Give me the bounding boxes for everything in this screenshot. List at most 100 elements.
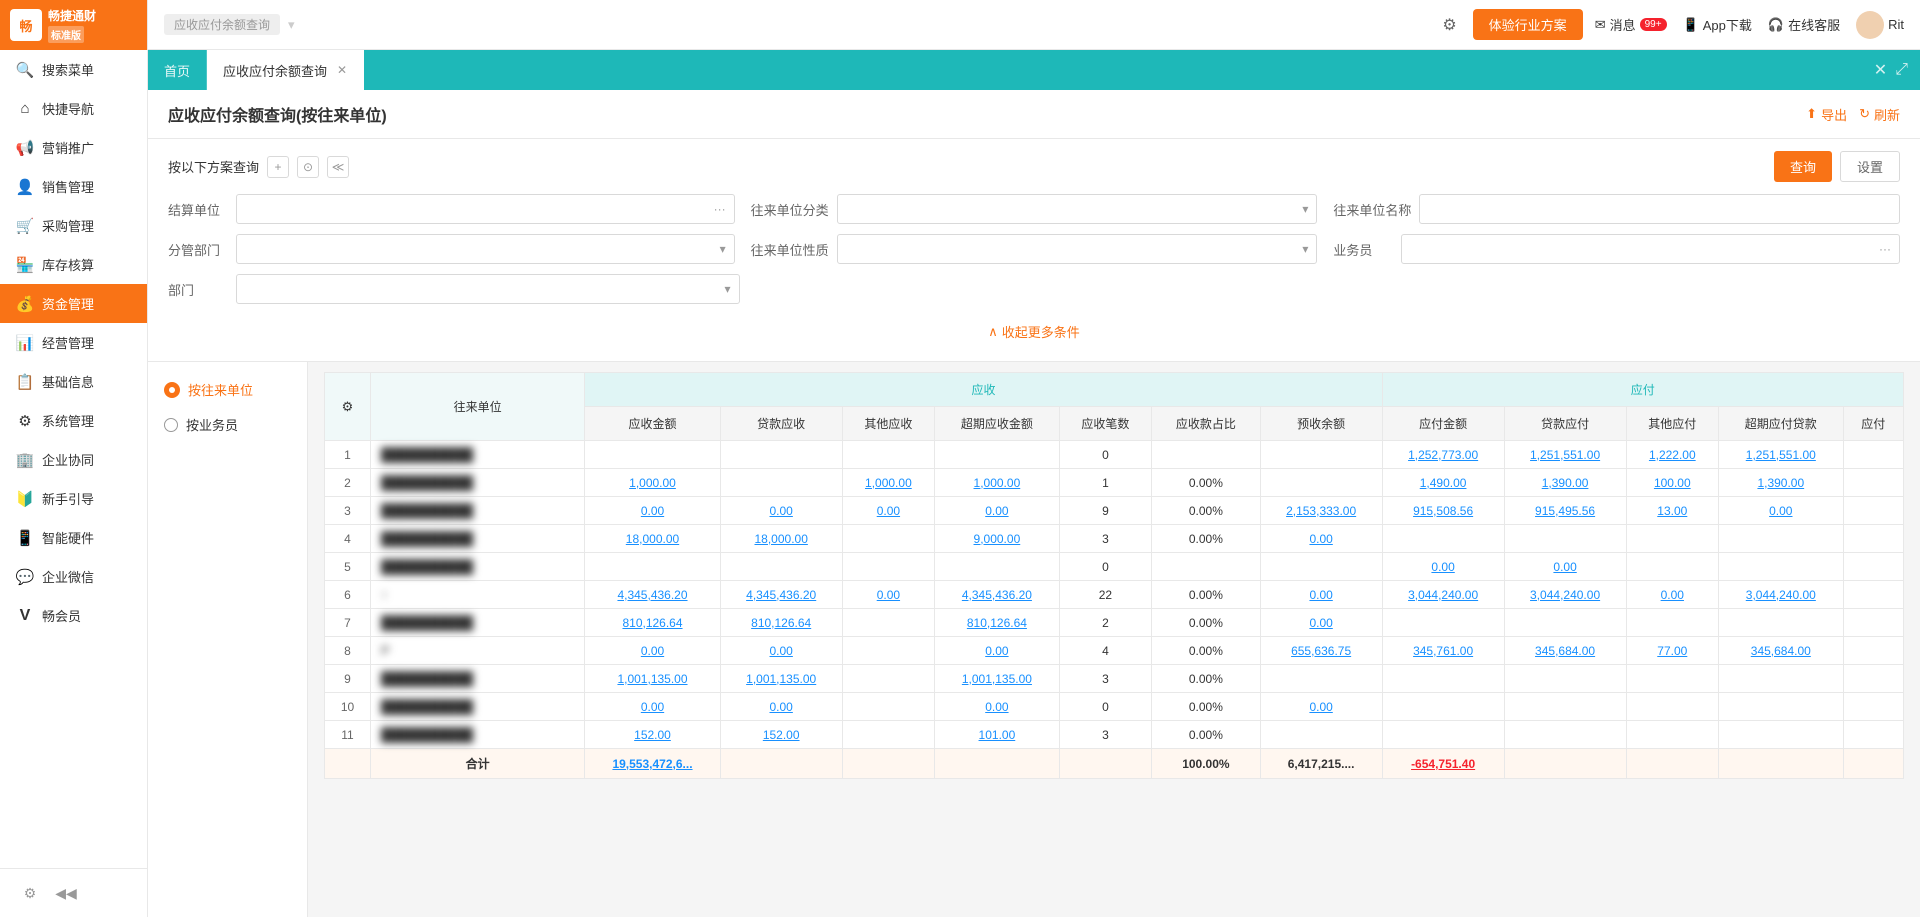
user-area[interactable]: Rit [1856, 11, 1904, 39]
tab-query[interactable]: 应收应付余额查询 ✕ [207, 50, 364, 90]
summary-overdue-recv [935, 749, 1060, 779]
filter-collapse-more[interactable]: ∧ 收起更多条件 [168, 314, 1900, 349]
sidebar-item-label: 畅会员 [42, 606, 81, 625]
sidebar-collapse-button[interactable]: ◀◀ [52, 879, 80, 907]
filter-partner-category: 往来单位分类 ▾ [751, 194, 1318, 224]
salesperson-input[interactable]: ··· [1401, 234, 1900, 264]
table-row: 1██████████01,252,773.001,251,551.001,22… [325, 441, 1904, 469]
sidebar-item-sales[interactable]: 👤 销售管理 [0, 167, 147, 206]
sidebar-item-system[interactable]: ⚙ 系统管理 [0, 401, 147, 440]
header-gear-icon[interactable]: ⚙ [1438, 11, 1460, 39]
sidebar-item-label: 采购管理 [42, 216, 94, 235]
partner-nature-input[interactable]: ▾ [837, 234, 1318, 264]
salesperson-label: 业务员 [1333, 240, 1393, 259]
partner-cell: ██████████ [371, 497, 585, 525]
sidebar-item-purchase[interactable]: 🛒 采购管理 [0, 206, 147, 245]
tab-right-actions: ✕ ⤢ [1874, 50, 1920, 90]
filter-salesperson: 业务员 ··· [1333, 234, 1900, 264]
row-number: 1 [325, 441, 371, 469]
sidebar-item-hardware[interactable]: 📱 智能硬件 [0, 518, 147, 557]
salesperson-dots[interactable]: ··· [1879, 242, 1891, 256]
sidebar-item-wechat[interactable]: 💬 企业微信 [0, 557, 147, 596]
empty-circle-icon [164, 418, 178, 432]
dept-label: 部门 [168, 280, 228, 299]
partner-cell: P [371, 637, 585, 665]
sidebar-item-label: 企业微信 [42, 567, 94, 586]
table-row: 11██████████152.00152.00101.0030.00% [325, 721, 1904, 749]
trial-button[interactable]: 体验行业方案 [1473, 9, 1583, 40]
filter-row-1: 结算单位 ··· 往来单位分类 ▾ 往来单位名称 [168, 194, 1900, 224]
message-label: 消息 [1610, 15, 1636, 34]
sidebar-item-enterprise[interactable]: 🏢 企业协同 [0, 440, 147, 479]
bottom-gear-button[interactable]: ⚙ [16, 879, 44, 907]
settlement-unit-input[interactable]: ··· [236, 194, 735, 224]
sidebar-item-inventory[interactable]: 🏪 库存核算 [0, 245, 147, 284]
tab-close-window-button[interactable]: ✕ [1874, 60, 1887, 80]
division-dept-arrow[interactable]: ▾ [720, 242, 726, 256]
sidebar-item-guide[interactable]: 🔰 新手引导 [0, 479, 147, 518]
sidebar-item-marketing[interactable]: 📢 营销推广 [0, 128, 147, 167]
filter-collapse-btn[interactable]: ≪ [327, 156, 349, 178]
refresh-button[interactable]: ↻ 刷新 [1859, 105, 1900, 124]
summary-pay [1843, 749, 1903, 779]
inventory-icon: 🏪 [16, 256, 34, 274]
settings-button[interactable]: 设置 [1840, 151, 1900, 182]
basic-icon: 📋 [16, 373, 34, 391]
th-settings[interactable]: ⚙ [325, 373, 371, 441]
breadcrumb: 应收应付余额查询 ▾ [164, 14, 1426, 35]
sidebar-item-basic[interactable]: 📋 基础信息 [0, 362, 147, 401]
filter-add-button[interactable]: + [267, 156, 289, 178]
table-row: 10██████████0.000.000.0000.00%0.00 [325, 693, 1904, 721]
sidebar-logo: 畅 畅捷通财 标准版 [0, 0, 147, 50]
dept-arrow[interactable]: ▾ [725, 282, 731, 296]
sidebar-item-finance[interactable]: 💰 资金管理 [0, 284, 147, 323]
sidebar-item-label: 新手引导 [42, 489, 94, 508]
row-number: 2 [325, 469, 371, 497]
tab-expand-button[interactable]: ⤢ [1895, 61, 1908, 79]
summary-loan-recv [720, 749, 842, 779]
sidebar-item-label: 库存核算 [42, 255, 94, 274]
summary-pay-amt[interactable]: -654,751.40 [1382, 749, 1504, 779]
dept-input[interactable]: ▾ [236, 274, 740, 304]
partner-cell: ██████████ [371, 665, 585, 693]
service-button[interactable]: 🎧 在线客服 [1768, 15, 1840, 34]
tab-home-label: 首页 [164, 61, 190, 80]
tab-close-icon[interactable]: ✕ [337, 63, 347, 77]
sidebar-item-quick-nav[interactable]: ⌂ 快捷导航 [0, 89, 147, 128]
left-panel-by-salesperson[interactable]: 按业务员 [148, 407, 307, 442]
filter-partner-name: 往来单位名称 [1333, 194, 1900, 224]
sidebar-item-operations[interactable]: 📊 经营管理 [0, 323, 147, 362]
sidebar-item-member[interactable]: V 畅会员 [0, 596, 147, 635]
partner-name-input[interactable] [1419, 194, 1900, 224]
export-button[interactable]: ⬆ 导出 [1806, 105, 1847, 124]
main-area: 应收应付余额查询 ▾ ⚙ 体验行业方案 ✉ 消息 99+ 📱 App下载 🎧 在… [148, 0, 1920, 917]
sidebar-item-search[interactable]: 🔍 搜索菜单 [0, 50, 147, 89]
tab-home[interactable]: 首页 [148, 50, 207, 90]
app-download-button[interactable]: 📱 App下载 [1683, 15, 1752, 34]
user-name: Rit [1888, 17, 1904, 32]
partner-category-arrow[interactable]: ▾ [1302, 202, 1308, 216]
query-button[interactable]: 查询 [1774, 151, 1832, 182]
wechat-icon: 💬 [16, 568, 34, 586]
row-number: 3 [325, 497, 371, 525]
summary-row: 合计 19,553,472,6... 100.00% 6,417,215....… [325, 749, 1904, 779]
sidebar-item-label: 智能硬件 [42, 528, 94, 547]
summary-recv-amt[interactable]: 19,553,472,6... [585, 749, 720, 779]
header-right: ✉ 消息 99+ 📱 App下载 🎧 在线客服 Rit [1595, 11, 1904, 39]
operations-icon: 📊 [16, 334, 34, 352]
partner-category-label: 往来单位分类 [751, 200, 829, 219]
top-header: 应收应付余额查询 ▾ ⚙ 体验行业方案 ✉ 消息 99+ 📱 App下载 🎧 在… [148, 0, 1920, 50]
left-panel-by-partner[interactable]: 按往来单位 [148, 372, 307, 407]
message-button[interactable]: ✉ 消息 99+ [1595, 15, 1667, 34]
summary-prepay-bal: 6,417,215.... [1260, 749, 1382, 779]
summary-label-cell [325, 749, 371, 779]
table-settings-icon[interactable]: ⚙ [342, 399, 354, 414]
row-number: 8 [325, 637, 371, 665]
partner-nature-arrow[interactable]: ▾ [1302, 242, 1308, 256]
division-dept-input[interactable]: ▾ [236, 234, 735, 264]
row-number: 5 [325, 553, 371, 581]
partner-category-input[interactable]: ▾ [837, 194, 1318, 224]
th-receivable-group: 应收 [585, 373, 1382, 407]
filter-template-button[interactable]: ⊙ [297, 156, 319, 178]
settlement-unit-dots[interactable]: ··· [714, 202, 726, 216]
